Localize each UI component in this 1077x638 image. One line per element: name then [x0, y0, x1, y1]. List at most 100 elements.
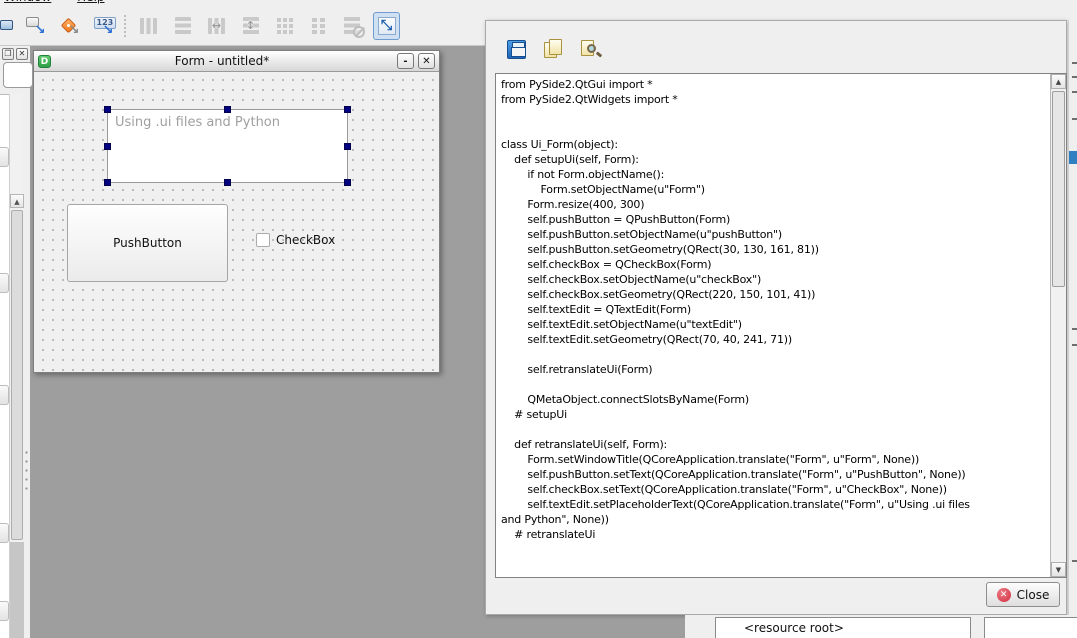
code-line: QMetaObject.connectSlotsByName(Form)	[501, 392, 1049, 407]
scroll-down-button[interactable]: ▼	[1051, 562, 1066, 577]
widget-box-scroll-track[interactable]	[10, 542, 24, 638]
scroll-up-button[interactable]: ▲	[1051, 74, 1066, 89]
code-line: Form.setWindowTitle(QCoreApplication.tra…	[501, 452, 1049, 467]
layout-vertical-button[interactable]	[169, 12, 196, 40]
checkbox-indicator[interactable]	[256, 233, 270, 247]
textedit-widget[interactable]: Using .ui files and Python	[107, 109, 348, 183]
right-panel-sliver	[1068, 20, 1077, 615]
adjust-size-icon	[378, 17, 396, 35]
edit-tab-order-icon: 123↘	[94, 17, 112, 35]
widget-category-row[interactable]	[0, 601, 9, 621]
code-scrollbar[interactable]: ▲ ▼	[1050, 74, 1066, 577]
edit-buddies-icon: ↘	[60, 17, 78, 35]
widget-category-row[interactable]	[0, 385, 9, 405]
dock-float-button[interactable]: ❐	[2, 48, 14, 60]
form-close-button[interactable]: ✕	[418, 53, 435, 69]
break-layout-button[interactable]	[339, 12, 366, 40]
code-line: self.textEdit.setObjectName(u"textEdit")	[501, 317, 1049, 332]
form-window-titlebar[interactable]: D Form - untitled* - ✕	[34, 51, 439, 72]
selection-handle-mid-right[interactable]	[344, 143, 351, 150]
pushbutton-widget[interactable]: PushButton	[67, 204, 228, 282]
edit-signals-slots-icon: ↘	[26, 17, 44, 35]
form-canvas[interactable]: Using .ui files and Python PushButton Ch…	[34, 72, 439, 372]
selected-row-fragment[interactable]	[1069, 151, 1077, 164]
resource-root-item[interactable]: <resource root>	[744, 621, 844, 635]
code-line: and Python", None))	[501, 512, 1049, 527]
find-button[interactable]	[578, 37, 602, 61]
break-layout-icon	[344, 17, 362, 35]
code-line: from PySide2.QtGui import *	[501, 77, 1049, 92]
close-button[interactable]: ✕ Close	[986, 582, 1060, 607]
code-line: self.pushButton.setText(QCoreApplication…	[501, 467, 1049, 482]
code-dialog-toolbar	[504, 36, 602, 62]
code-line: def setupUi(self, Form):	[501, 152, 1049, 167]
code-line: self.pushButton = QPushButton(Form)	[501, 212, 1049, 227]
code-line: self.checkBox.setText(QCoreApplication.t…	[501, 482, 1049, 497]
selection-handle-top-right[interactable]	[344, 106, 351, 113]
layout-splitter-horizontal-button[interactable]: ↔	[203, 12, 230, 40]
code-text: from PySide2.QtGui import *from PySide2.…	[496, 77, 1049, 542]
splitter-handle[interactable]	[25, 448, 28, 492]
tree-branch-tick	[1072, 76, 1077, 78]
code-line	[501, 422, 1049, 437]
tree-branch-tick	[1072, 62, 1077, 64]
code-line: self.checkBox.setObjectName(u"checkBox")	[501, 272, 1049, 287]
copy-button[interactable]	[541, 37, 565, 61]
code-line: Form.setObjectName(u"Form")	[501, 182, 1049, 197]
code-line	[501, 377, 1049, 392]
resource-preview-pane[interactable]	[984, 617, 1077, 638]
selection-handle-mid-left[interactable]	[104, 143, 111, 150]
code-line: self.checkBox.setGeometry(QRect(220, 150…	[501, 287, 1049, 302]
selection-handle-top-left[interactable]	[104, 106, 111, 113]
find-icon	[579, 39, 601, 59]
code-preview-dialog: from PySide2.QtGui import *from PySide2.…	[485, 20, 1067, 615]
edit-signals-slots-button[interactable]: ↘	[21, 12, 48, 40]
edit-widgets-icon	[0, 17, 10, 35]
code-line: # retranslateUi	[501, 527, 1049, 542]
adjust-size-button[interactable]	[373, 12, 400, 40]
menu-window[interactable]: Window	[4, 0, 51, 4]
save-button[interactable]	[504, 37, 528, 61]
widget-category-row[interactable]	[0, 147, 9, 167]
scrollbar-up-icon[interactable]: ▲	[10, 194, 24, 208]
layout-splitter-vertical-button[interactable]: ↕	[237, 12, 264, 40]
widget-box-list[interactable]	[0, 94, 9, 638]
code-line: # setupUi	[501, 407, 1049, 422]
form-minimize-button[interactable]: -	[397, 53, 414, 69]
widget-filter-input[interactable]	[3, 62, 33, 88]
layout-grid-icon	[277, 18, 293, 34]
edit-tab-order-button[interactable]: 123↘	[89, 12, 116, 40]
layout-grid-button[interactable]	[271, 12, 298, 40]
layout-splitter-horizontal-icon: ↔	[208, 17, 226, 35]
close-icon: ✕	[997, 588, 1011, 602]
selection-handle-bottom-center[interactable]	[224, 179, 231, 186]
layout-splitter-vertical-icon: ↕	[242, 17, 260, 35]
widget-box-scrollbar[interactable]: ▲	[9, 94, 23, 638]
widget-category-row[interactable]	[0, 523, 9, 543]
save-icon	[507, 40, 526, 59]
checkbox-widget[interactable]: CheckBox	[256, 233, 335, 247]
selection-handle-top-center[interactable]	[224, 106, 231, 113]
layout-form-button[interactable]	[305, 12, 332, 40]
selection-handle-bottom-left[interactable]	[104, 179, 111, 186]
code-line: self.retranslateUi(Form)	[501, 362, 1049, 377]
tree-branch-tick	[1072, 560, 1077, 562]
code-view[interactable]: from PySide2.QtGui import *from PySide2.…	[495, 73, 1067, 578]
edit-buddies-button[interactable]: ↘	[55, 12, 82, 40]
code-scroll-thumb[interactable]	[1052, 91, 1065, 287]
layout-vertical-icon	[175, 17, 191, 34]
code-line: self.textEdit.setGeometry(QRect(70, 40, …	[501, 332, 1049, 347]
resource-tree[interactable]: <resource root>	[715, 617, 971, 638]
selection-handle-bottom-right[interactable]	[344, 179, 351, 186]
tree-branch-tick	[1072, 91, 1077, 93]
dock-close-button[interactable]: ✕	[16, 48, 28, 60]
edit-widgets-button[interactable]	[0, 12, 14, 40]
code-line: self.checkBox = QCheckBox(Form)	[501, 257, 1049, 272]
layout-horizontal-button[interactable]	[135, 12, 162, 40]
form-window-title: Form - untitled*	[51, 54, 393, 68]
copy-icon	[542, 39, 564, 59]
widget-box-scroll-thumb[interactable]	[11, 210, 23, 540]
widget-category-row[interactable]	[0, 273, 9, 293]
menu-help[interactable]: Help	[77, 0, 104, 4]
tree-branch-tick	[1072, 118, 1077, 120]
